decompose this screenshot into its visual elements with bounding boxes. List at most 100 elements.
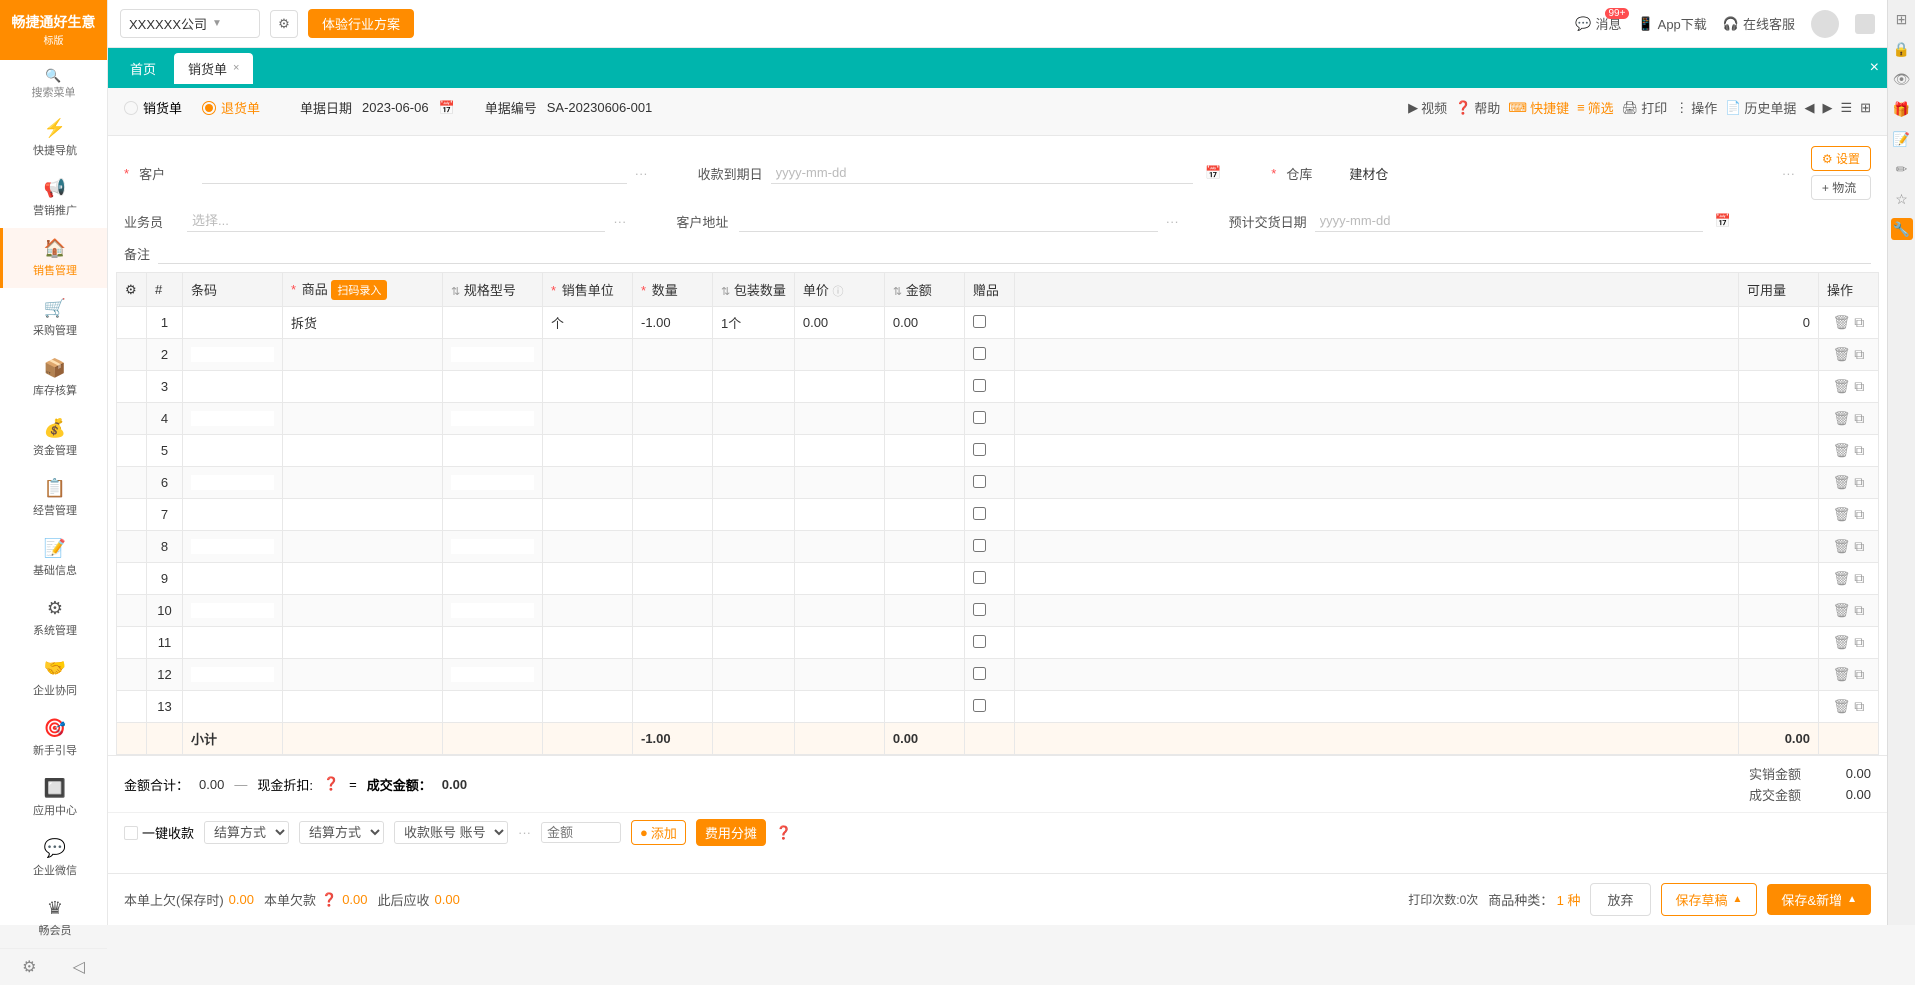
row-unit[interactable]: 个 <box>543 307 633 339</box>
row-qty[interactable] <box>633 627 713 659</box>
right-panel-btn-8[interactable]: 🔧 <box>1891 218 1913 240</box>
row-qty[interactable] <box>633 403 713 435</box>
tab-home[interactable]: 首页 <box>116 53 170 84</box>
row-unit[interactable] <box>543 627 633 659</box>
row-barcode[interactable] <box>183 595 283 627</box>
row-pkg-qty[interactable] <box>713 563 795 595</box>
row-product[interactable] <box>283 371 443 403</box>
row-barcode[interactable] <box>183 339 283 371</box>
row-unit[interactable] <box>543 467 633 499</box>
row-gift[interactable] <box>964 339 1014 371</box>
copy-row-button[interactable]: ⧉ <box>1854 346 1864 363</box>
row-pkg-qty[interactable] <box>713 467 795 499</box>
row-product[interactable] <box>283 531 443 563</box>
delete-row-button[interactable]: 🗑 <box>1833 666 1851 683</box>
copy-row-button[interactable]: ⧉ <box>1854 474 1864 491</box>
row-pkg-qty[interactable] <box>713 595 795 627</box>
sidebar-search[interactable]: 🔍 搜索菜单 <box>0 60 107 108</box>
save-draft-button[interactable]: 保存草稿 ▲ <box>1661 883 1758 916</box>
row-pkg-qty[interactable] <box>713 371 795 403</box>
row-pkg-qty[interactable] <box>713 691 795 723</box>
row-gift[interactable] <box>964 435 1014 467</box>
row-product[interactable]: 拆货 <box>283 307 443 339</box>
delete-row-button[interactable]: 🗑 <box>1833 410 1851 427</box>
scan-button[interactable]: 扫码录入 <box>331 280 387 300</box>
price-info-icon[interactable]: ⓘ <box>833 286 844 298</box>
trial-button[interactable]: 体验行业方案 <box>308 9 414 38</box>
right-panel-btn-2[interactable]: 🔒 <box>1891 38 1913 60</box>
sidebar-item-finance[interactable]: 💰 资金管理 <box>0 408 107 468</box>
row-price[interactable] <box>794 595 884 627</box>
row-spec[interactable] <box>443 595 543 627</box>
sidebar-settings-icon[interactable]: ⚙ <box>22 957 36 977</box>
delete-row-button[interactable]: 🗑 <box>1833 442 1851 459</box>
row-price[interactable] <box>794 403 884 435</box>
row-spec[interactable] <box>443 371 543 403</box>
th-settings[interactable]: ⚙ <box>117 273 147 307</box>
help-icon-owed[interactable]: ❓ <box>321 892 337 908</box>
delete-row-button[interactable]: 🗑 <box>1833 506 1851 523</box>
row-spec[interactable] <box>443 435 543 467</box>
row-amount[interactable] <box>884 595 964 627</box>
row-qty[interactable] <box>633 499 713 531</box>
user-menu-icon[interactable] <box>1855 14 1875 34</box>
row-amount[interactable]: 0.00 <box>884 307 964 339</box>
row-gift[interactable] <box>964 659 1014 691</box>
row-gift[interactable] <box>964 627 1014 659</box>
right-panel-btn-1[interactable]: ⊞ <box>1891 8 1913 30</box>
row-price[interactable] <box>794 467 884 499</box>
payment-due-input[interactable] <box>771 162 1193 184</box>
row-amount[interactable] <box>884 467 964 499</box>
delete-row-button[interactable]: 🗑 <box>1833 570 1851 587</box>
user-avatar[interactable] <box>1811 10 1839 38</box>
row-amount[interactable] <box>884 627 964 659</box>
message-button[interactable]: 💬 消息 99+ <box>1575 14 1621 33</box>
row-barcode[interactable] <box>183 691 283 723</box>
address-more-icon[interactable]: ··· <box>1166 214 1179 229</box>
row-spec[interactable] <box>443 659 543 691</box>
delete-row-button[interactable]: 🗑 <box>1833 346 1851 363</box>
row-amount[interactable] <box>884 531 964 563</box>
row-price[interactable] <box>794 531 884 563</box>
row-spec[interactable] <box>443 339 543 371</box>
shortcut-button[interactable]: ⌨ 快捷键 <box>1508 98 1569 117</box>
bank-account-select[interactable]: 收款账号 账号 <box>394 821 508 844</box>
remarks-input[interactable] <box>158 242 1871 264</box>
copy-row-button[interactable]: ⧉ <box>1854 506 1864 523</box>
abandon-button[interactable]: 放弃 <box>1590 883 1650 916</box>
row-spec[interactable] <box>443 691 543 723</box>
row-amount[interactable] <box>884 371 964 403</box>
copy-row-button[interactable]: ⧉ <box>1854 602 1864 619</box>
delete-row-button[interactable]: 🗑 <box>1833 602 1851 619</box>
row-gift[interactable] <box>964 307 1014 339</box>
row-product[interactable] <box>283 563 443 595</box>
row-product[interactable] <box>283 339 443 371</box>
row-gift[interactable] <box>964 595 1014 627</box>
row-barcode[interactable] <box>183 435 283 467</box>
one-click-pay-checkbox[interactable]: 一键收款 <box>124 823 194 842</box>
row-unit[interactable] <box>543 435 633 467</box>
radio-sales[interactable]: 销货单 <box>124 98 182 117</box>
row-unit[interactable] <box>543 531 633 563</box>
row-product[interactable] <box>283 627 443 659</box>
row-spec[interactable] <box>443 531 543 563</box>
sidebar-item-sales[interactable]: 🏠 销售管理 <box>0 228 107 288</box>
row-amount[interactable] <box>884 499 964 531</box>
copy-row-button[interactable]: ⧉ <box>1854 634 1864 651</box>
sidebar-item-wechat[interactable]: 💬 企业微信 <box>0 828 107 888</box>
tab-sales-order[interactable]: 销货单 × <box>174 53 253 84</box>
row-barcode[interactable] <box>183 563 283 595</box>
row-pkg-qty[interactable] <box>713 499 795 531</box>
add-button[interactable]: ● 添加 <box>631 820 686 845</box>
row-amount[interactable] <box>884 563 964 595</box>
sidebar-item-system[interactable]: ⚙ 系统管理 <box>0 588 107 648</box>
row-price[interactable] <box>794 371 884 403</box>
delete-row-button[interactable]: 🗑 <box>1833 378 1851 395</box>
copy-row-button[interactable]: ⧉ <box>1854 378 1864 395</box>
sidebar-item-inventory[interactable]: 📦 库存核算 <box>0 348 107 408</box>
view-grid-icon[interactable]: ⊞ <box>1860 100 1871 116</box>
row-qty[interactable] <box>633 595 713 627</box>
fenpai-button[interactable]: 费用分摊 <box>696 819 766 846</box>
save-draft-arrow-icon[interactable]: ▲ <box>1733 894 1743 905</box>
row-barcode[interactable] <box>183 371 283 403</box>
